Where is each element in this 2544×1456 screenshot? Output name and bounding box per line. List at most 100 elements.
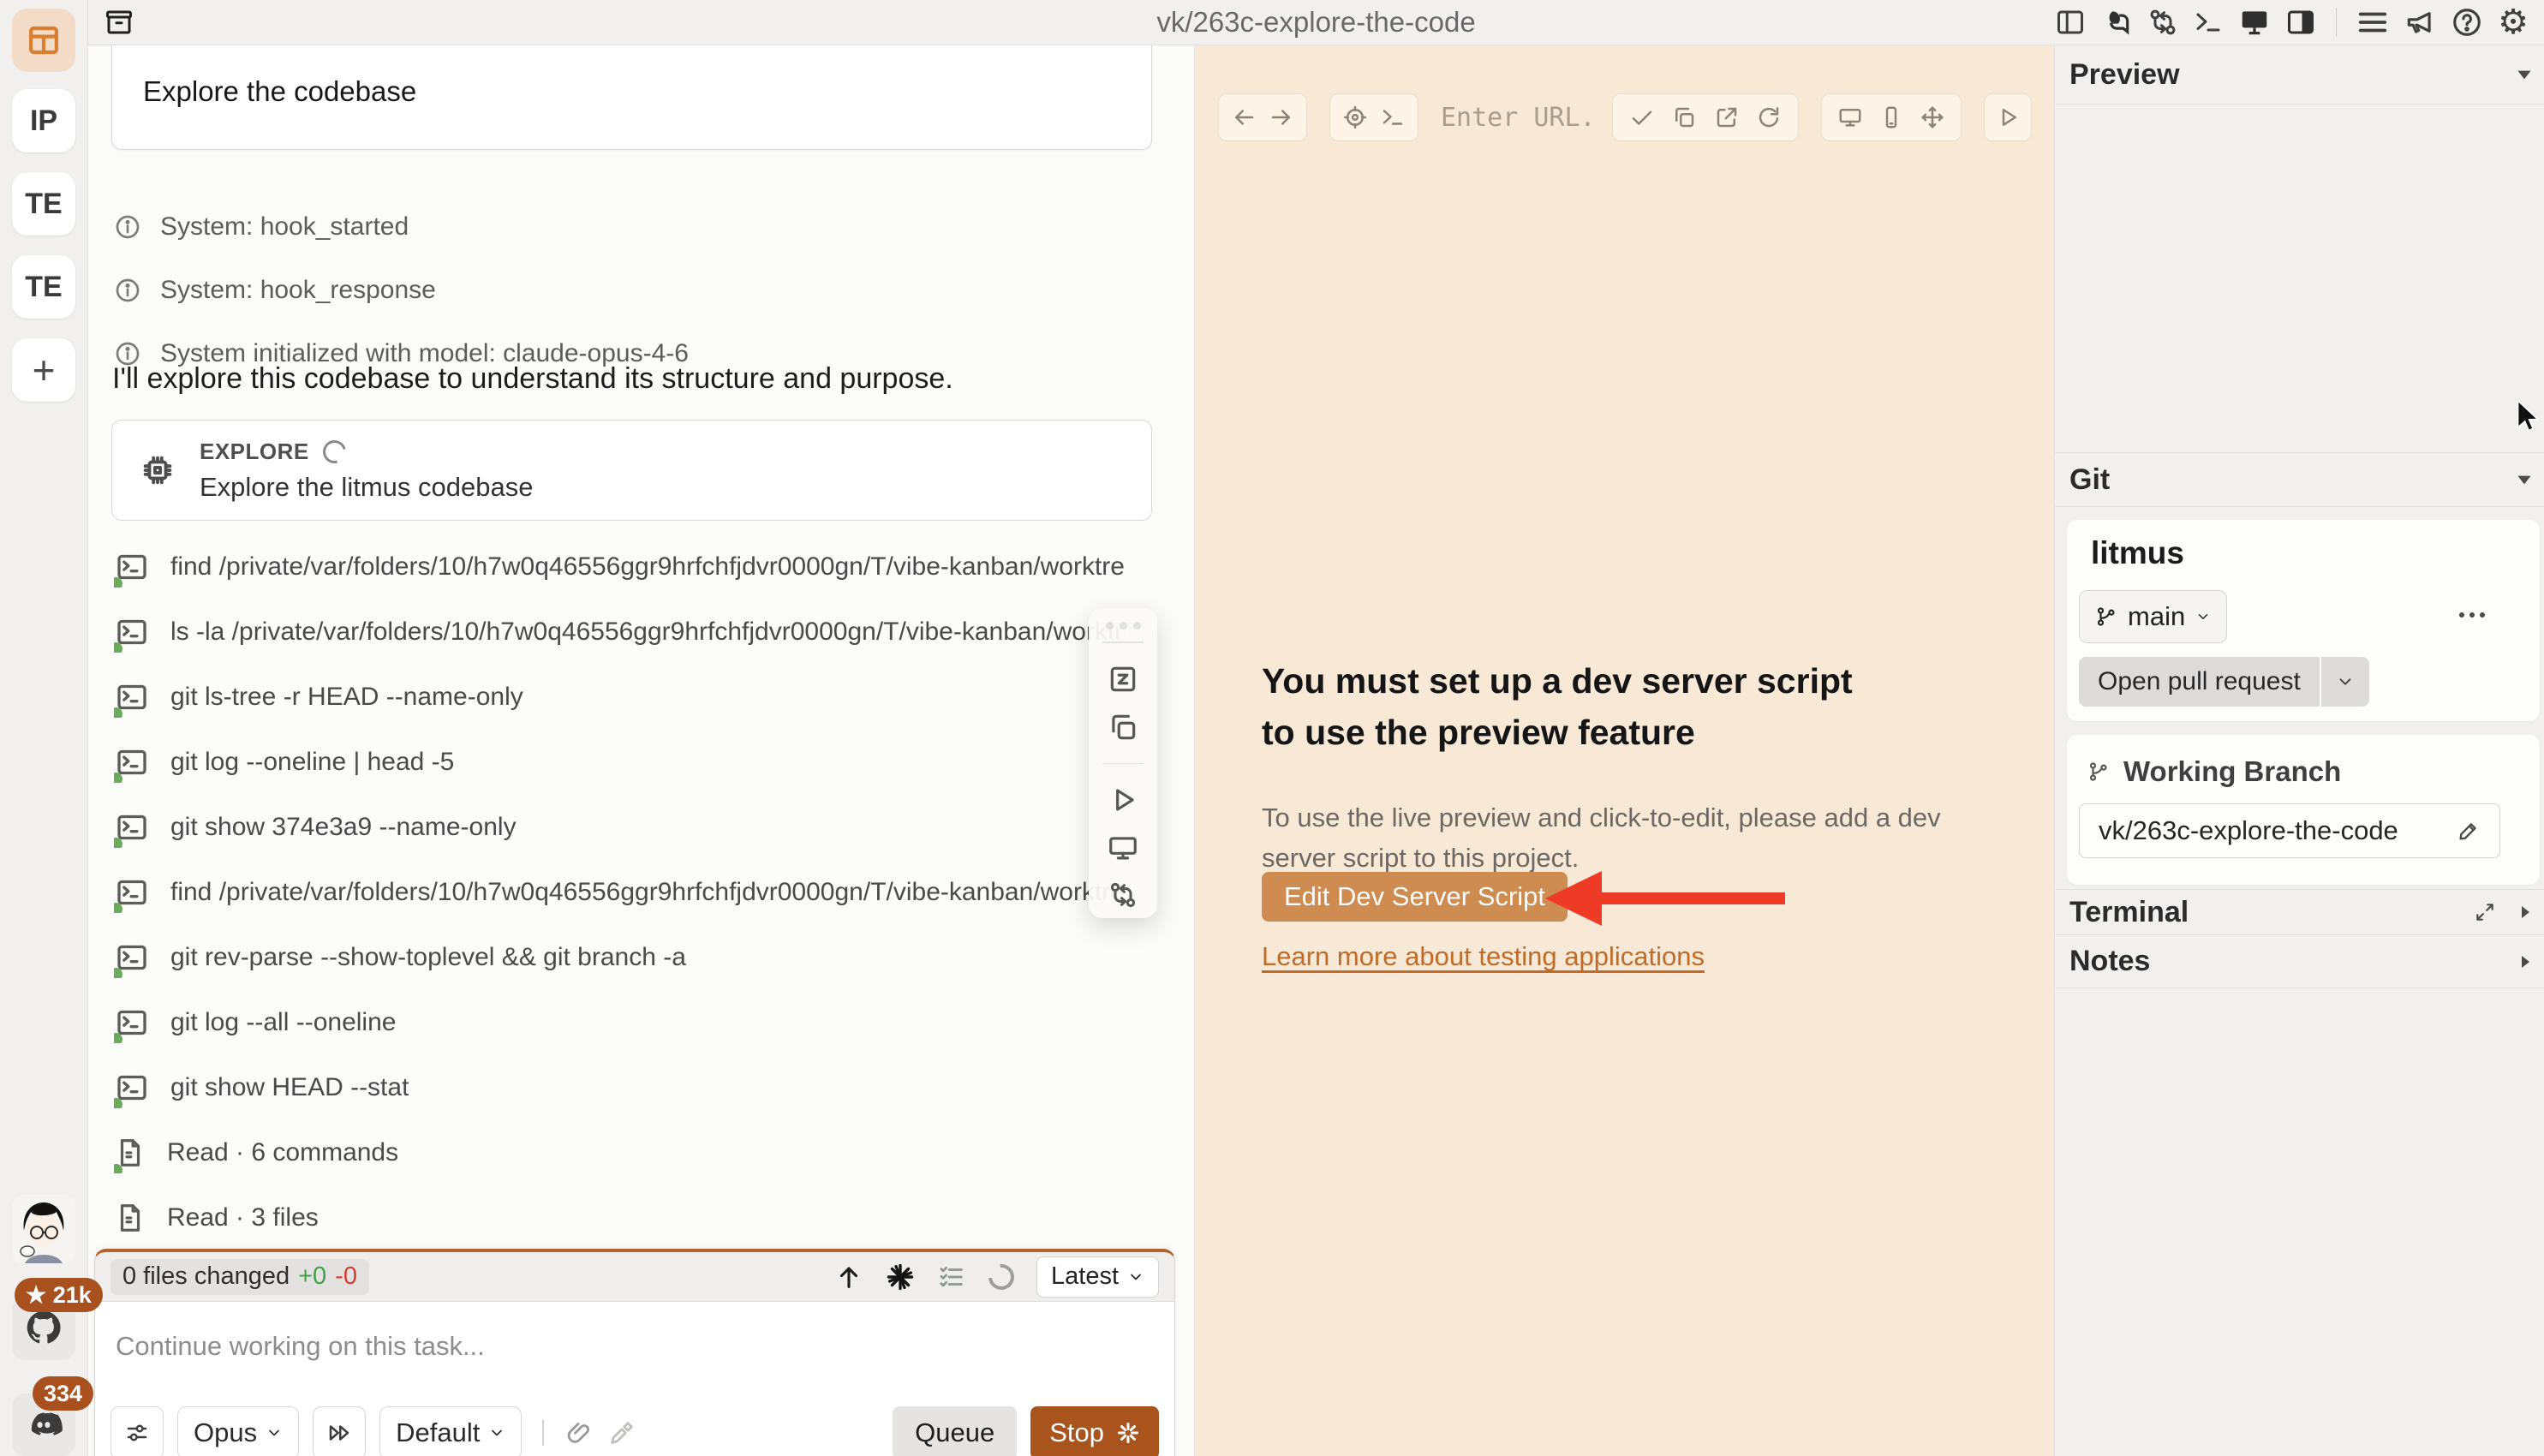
learn-more-link[interactable]: Learn more about testing applications (1262, 941, 1705, 972)
copy-icon[interactable] (1107, 711, 1139, 743)
command-row[interactable]: find /private/var/folders/10/h7w0q46556g… (114, 872, 1125, 913)
chevron-down-icon (488, 1424, 505, 1441)
file-icon (114, 1135, 146, 1171)
terminal-command-icon (114, 680, 150, 714)
explore-tool-card[interactable]: EXPLORE Explore the litmus codebase (111, 420, 1152, 521)
git-compare-icon[interactable] (1108, 880, 1138, 910)
section-git[interactable]: Git (2055, 452, 2544, 507)
preview-panel: You must set up a dev server script to u… (1196, 45, 2054, 1456)
user-avatar[interactable] (12, 1195, 75, 1263)
read-row[interactable]: Read · 3 files (114, 1197, 319, 1238)
terminal-command-icon (114, 1005, 150, 1040)
repo-name: litmus (2091, 535, 2184, 571)
section-notes[interactable]: Notes (2055, 935, 2544, 988)
forward-icon[interactable] (1269, 104, 1294, 130)
caret-down-icon (2513, 63, 2535, 86)
read-row[interactable]: Read · 6 commands (114, 1132, 398, 1173)
command-row[interactable]: git show 374e3a9 --name-only (114, 807, 517, 848)
mobile-icon[interactable] (1878, 104, 1904, 130)
more-options-button[interactable] (2459, 612, 2485, 618)
run-icon[interactable] (1995, 104, 2021, 130)
fast-forward-button[interactable] (313, 1406, 366, 1456)
rail-item-project-te-2[interactable]: TE (12, 255, 75, 319)
spark-icon (1116, 1421, 1140, 1445)
command-row[interactable]: find /private/var/folders/10/h7w0q46556g… (114, 546, 1125, 588)
composer-settings-button[interactable] (110, 1406, 164, 1456)
rail-item-kanban-active[interactable] (12, 9, 75, 72)
attach-icon[interactable] (564, 1418, 594, 1447)
command-row[interactable]: ls -la /private/var/folders/10/h7w0q4655… (114, 612, 1125, 653)
help-icon[interactable] (2451, 6, 2483, 39)
command-row[interactable]: git show HEAD --stat (114, 1067, 409, 1108)
chat-bubbles-icon[interactable] (2100, 6, 2133, 39)
stop-button[interactable]: Stop (1030, 1406, 1159, 1456)
console-icon[interactable] (1380, 104, 1406, 130)
toolbar-divider (2336, 8, 2338, 37)
command-row[interactable]: git ls-tree -r HEAD --name-only (114, 677, 523, 718)
move-icon[interactable] (1920, 104, 1945, 130)
url-input[interactable] (1441, 103, 1590, 133)
command-row[interactable]: git rev-parse --show-toplevel && git bra… (114, 937, 686, 978)
terminal-icon[interactable] (2193, 7, 2224, 38)
monitor-icon[interactable] (1107, 832, 1139, 864)
version-dropdown[interactable]: Latest (1036, 1256, 1159, 1298)
zed-editor-icon[interactable] (1107, 663, 1139, 695)
pr-dropdown-toggle[interactable] (2321, 657, 2369, 707)
rail-item-project-ip[interactable]: IP (12, 89, 75, 152)
rail-item-project-te-1[interactable]: TE (12, 172, 75, 236)
expand-icon (2474, 901, 2496, 923)
scroll-up-icon[interactable] (834, 1262, 863, 1292)
settings-gear-icon[interactable]: ⚙ (2498, 5, 2529, 39)
panel-right-icon[interactable] (2285, 7, 2316, 38)
megaphone-icon[interactable] (2404, 6, 2436, 39)
mouse-cursor (2517, 401, 2544, 435)
system-message: System: hook_started (114, 211, 409, 243)
top-bar: vk/263c-explore-the-code ⚙ (88, 0, 2544, 45)
edit-pencil-icon[interactable] (2457, 819, 2481, 843)
model-dropdown[interactable]: Opus (177, 1406, 299, 1456)
signature-pen-icon[interactable] (607, 1418, 636, 1447)
task-title-card[interactable]: Explore the codebase (111, 45, 1152, 150)
branch-selector[interactable]: main (2079, 590, 2227, 643)
queue-button[interactable]: Queue (893, 1406, 1017, 1456)
system-message: System: hook_response (114, 274, 436, 307)
edit-dev-server-script-button[interactable]: Edit Dev Server Script (1262, 872, 1568, 922)
section-preview[interactable]: Preview (2055, 45, 2544, 104)
menu-icon[interactable] (2356, 6, 2389, 39)
target-icon[interactable] (1342, 104, 1368, 130)
checklist-icon[interactable] (937, 1262, 966, 1292)
working-branch-field[interactable]: vk/263c-explore-the-code (2079, 803, 2500, 858)
open-pull-request-button[interactable]: Open pull request (2079, 657, 2369, 707)
desktop-icon[interactable] (1837, 104, 1863, 130)
add-project-button[interactable]: + (12, 338, 75, 402)
play-icon[interactable] (1107, 784, 1139, 816)
additions-count: +0 (298, 1262, 326, 1291)
conversation-panel: Explore the codebase System: hook_starte… (88, 45, 1195, 1456)
inspect-group (1329, 93, 1418, 141)
agent-chip-icon (138, 451, 177, 490)
check-icon[interactable] (1629, 104, 1655, 130)
mode-dropdown[interactable]: Default (379, 1406, 522, 1456)
run-group (1984, 93, 2032, 141)
drag-handle[interactable] (1106, 622, 1141, 630)
command-row[interactable]: git log --oneline | head -5 (114, 742, 454, 783)
caret-right-icon (2515, 902, 2535, 922)
terminal-command-icon (114, 615, 150, 649)
panel-left-icon[interactable] (2055, 7, 2086, 38)
refresh-icon[interactable] (1756, 104, 1782, 130)
composer-input[interactable] (116, 1331, 1109, 1362)
toolbar-divider (1102, 763, 1144, 765)
files-changed-pill[interactable]: 0 files changed +0 -0 (110, 1259, 369, 1295)
discord-icon (24, 1405, 63, 1445)
back-icon[interactable] (1231, 104, 1257, 130)
floating-toolbar (1089, 608, 1157, 918)
assistant-message: I'll explore this codebase to understand… (112, 362, 953, 396)
command-row[interactable]: git log --all --oneline (114, 1002, 396, 1043)
section-terminal[interactable]: Terminal (2055, 889, 2544, 935)
copy-icon[interactable] (1671, 104, 1697, 130)
git-compare-icon[interactable] (2147, 7, 2178, 38)
spark-icon[interactable] (886, 1262, 915, 1292)
monitor-icon[interactable] (2238, 6, 2271, 39)
file-icon (114, 1200, 146, 1236)
open-external-icon[interactable] (1714, 104, 1740, 130)
